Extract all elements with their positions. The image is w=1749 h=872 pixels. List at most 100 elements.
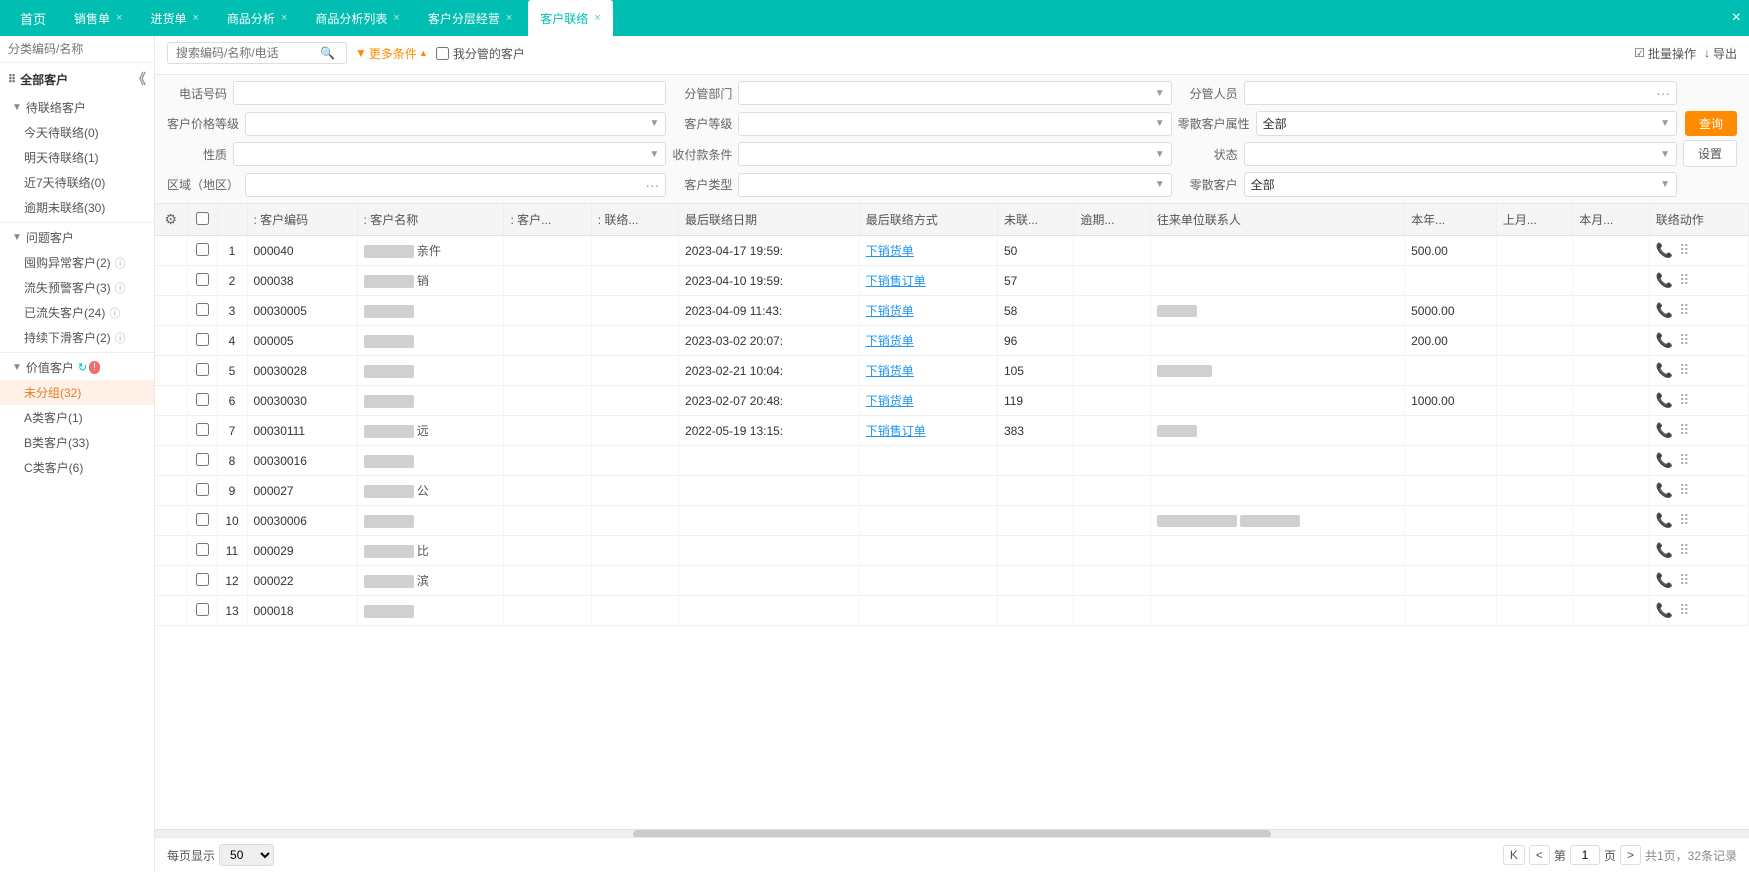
more-icon[interactable]: ⠿ [1679,392,1689,409]
contact-method-link[interactable]: 下销货单 [866,304,914,318]
row-checkbox[interactable] [187,266,217,296]
query-button[interactable]: 查询 [1685,111,1737,136]
more-icon[interactable]: ⠿ [1679,542,1689,559]
next-page-button[interactable]: > [1620,845,1641,865]
scatter-select[interactable]: 全部 ▼ [1244,172,1677,197]
sidebar-group-pending[interactable]: ▼ 待联络客户 [0,95,154,120]
phone-icon[interactable]: 📞 [1656,422,1673,439]
price-level-select[interactable]: ▼ [245,112,666,136]
row-select-checkbox[interactable] [196,273,209,286]
phone-icon[interactable]: 📞 [1656,362,1673,379]
row-checkbox[interactable] [187,446,217,476]
row-select-checkbox[interactable] [196,423,209,436]
row-checkbox[interactable] [187,386,217,416]
close-all-tabs[interactable]: × [1732,9,1741,27]
row-select-checkbox[interactable] [196,303,209,316]
more-icon[interactable]: ⠿ [1679,512,1689,529]
row-checkbox[interactable] [187,476,217,506]
row-checkbox[interactable] [187,416,217,446]
phone-icon[interactable]: 📞 [1656,392,1673,409]
row-select-checkbox[interactable] [196,513,209,526]
close-icon[interactable]: × [116,12,122,24]
nav-tab-product-analysis[interactable]: 商品分析 × [215,0,299,36]
sidebar-item-warning[interactable]: 流失预警客户(3) ⓘ [0,275,154,300]
row-select-checkbox[interactable] [196,453,209,466]
page-input[interactable] [1570,845,1600,865]
row-checkbox[interactable] [187,326,217,356]
sidebar-search-input[interactable] [8,42,155,56]
sidebar-item-unclassified[interactable]: 未分组(32) [0,380,154,405]
close-icon[interactable]: × [281,12,287,24]
my-customers-checkbox[interactable]: 我分管的客户 [436,45,525,62]
phone-icon[interactable]: 📞 [1656,602,1673,619]
row-select-checkbox[interactable] [196,393,209,406]
close-icon[interactable]: × [393,12,399,24]
row-select-checkbox[interactable] [196,573,209,586]
row-select-checkbox[interactable] [196,483,209,496]
collapse-icon[interactable]: 《 [132,69,146,89]
first-page-button[interactable]: K [1503,845,1525,865]
close-icon[interactable]: × [594,12,600,24]
phone-icon[interactable]: 📞 [1656,482,1673,499]
row-last-contact-method[interactable]: 下销货单 [859,326,997,356]
row-checkbox[interactable] [187,536,217,566]
search-icon[interactable]: 🔍 [320,46,335,60]
sidebar-item-abnormal[interactable]: 囤购异常客户(2) ⓘ [0,250,154,275]
sidebar-item-a-class[interactable]: A类客户(1) [0,405,154,430]
more-icon[interactable]: ⠿ [1679,302,1689,319]
sidebar-item-c-class[interactable]: C类客户(6) [0,455,154,480]
region-select[interactable]: ··· [245,173,666,197]
more-icon[interactable]: ⠿ [1679,602,1689,619]
sidebar-item-overdue[interactable]: 逾期未联络(30) [0,195,154,220]
phone-icon[interactable]: 📞 [1656,572,1673,589]
phone-icon[interactable]: 📞 [1656,542,1673,559]
batch-op-button[interactable]: ☑ 批量操作 [1634,45,1696,62]
phone-icon[interactable]: 📞 [1656,302,1673,319]
nav-tab-customer-contact[interactable]: 客户联络 × [528,0,612,36]
row-checkbox[interactable] [187,596,217,626]
close-icon[interactable]: × [506,12,512,24]
sidebar-item-today[interactable]: 今天待联络(0) [0,120,154,145]
status-select[interactable]: ▼ [1244,142,1677,166]
row-select-checkbox[interactable] [196,243,209,256]
close-icon[interactable]: × [192,12,198,24]
more-icon[interactable]: ⠿ [1679,572,1689,589]
contact-method-link[interactable]: 下销售订单 [866,274,926,288]
row-checkbox[interactable] [187,506,217,536]
phone-icon[interactable]: 📞 [1656,242,1673,259]
contact-method-link[interactable]: 下销货单 [866,364,914,378]
row-last-contact-method[interactable]: 下销货单 [859,386,997,416]
contact-method-link[interactable]: 下销货单 [866,244,914,258]
row-select-checkbox[interactable] [196,603,209,616]
dept-select[interactable]: ▼ [738,81,1171,105]
row-checkbox[interactable] [187,296,217,326]
phone-icon[interactable]: 📞 [1656,332,1673,349]
row-last-contact-method[interactable]: 下销售订单 [859,266,997,296]
nature-select[interactable]: ▼ [233,142,666,166]
sidebar-item-declining[interactable]: 持续下滑客户(2) ⓘ [0,325,154,350]
phone-icon[interactable]: 📞 [1656,452,1673,469]
contact-method-link[interactable]: 下销售订单 [866,424,926,438]
sidebar-item-tomorrow[interactable]: 明天待联络(1) [0,145,154,170]
scatter-attr-select[interactable]: 全部 ▼ [1256,111,1677,136]
row-last-contact-method[interactable]: 下销货单 [859,356,997,386]
manager-select[interactable]: ··· [1244,81,1677,105]
row-last-contact-method[interactable]: 下销售订单 [859,416,997,446]
refresh-icon[interactable]: ↻ [78,361,87,374]
sidebar-group-problem[interactable]: ▼ 问题客户 [0,225,154,250]
page-size-select[interactable]: 50 100 200 [219,844,274,866]
more-icon[interactable]: ⠿ [1679,452,1689,469]
search-input[interactable] [176,46,316,60]
phone-icon[interactable]: 📞 [1656,272,1673,289]
customer-type-select[interactable]: ▼ [738,173,1171,197]
row-select-checkbox[interactable] [196,333,209,346]
reset-button[interactable]: 设置 [1683,140,1737,167]
nav-tab-sales[interactable]: 销售单 × [62,0,134,36]
settings-icon[interactable]: ⚙ [164,211,177,227]
phone-input[interactable] [233,81,666,105]
more-conditions-btn[interactable]: ▼ 更多条件 ▲ [355,45,428,62]
more-icon[interactable]: ⠿ [1679,482,1689,499]
nav-tab-purchase[interactable]: 进货单 × [138,0,210,36]
row-last-contact-method[interactable]: 下销货单 [859,236,997,266]
contact-method-link[interactable]: 下销货单 [866,394,914,408]
